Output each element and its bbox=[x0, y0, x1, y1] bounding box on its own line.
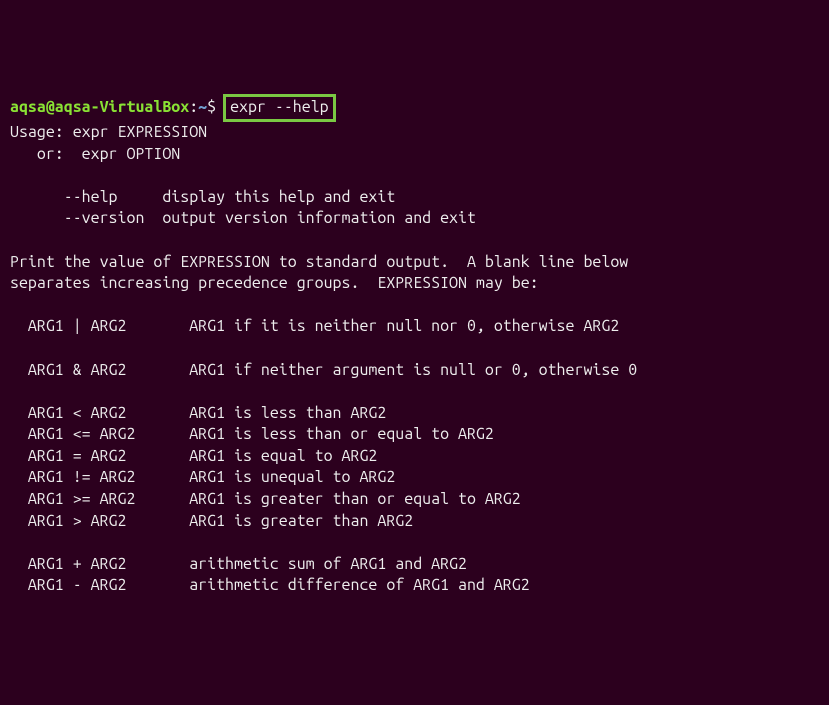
prompt-user-host: aqsa@aqsa-VirtualBox bbox=[10, 98, 189, 116]
command-text: expr --help bbox=[230, 98, 329, 116]
out-line-01: Usage: expr EXPRESSION bbox=[10, 123, 207, 141]
out-line-14: ARG1 < ARG2 ARG1 is less than ARG2 bbox=[10, 404, 386, 422]
out-line-10: ARG1 | ARG2 ARG1 if it is neither null n… bbox=[10, 317, 619, 335]
out-line-12: ARG1 & ARG2 ARG1 if neither argument is … bbox=[10, 361, 637, 379]
prompt-path: ~ bbox=[198, 98, 207, 116]
out-line-15: ARG1 <= ARG2 ARG1 is less than or equal … bbox=[10, 425, 494, 443]
out-line-16: ARG1 = ARG2 ARG1 is equal to ARG2 bbox=[10, 447, 377, 465]
prompt-separator: : bbox=[189, 98, 198, 116]
prompt-symbol: $ bbox=[207, 98, 216, 116]
out-line-21: ARG1 + ARG2 arithmetic sum of ARG1 and A… bbox=[10, 555, 467, 573]
out-line-02: or: expr OPTION bbox=[10, 145, 180, 163]
terminal[interactable]: aqsa@aqsa-VirtualBox:~$ expr --help Usag… bbox=[10, 94, 819, 597]
out-line-07: Print the value of EXPRESSION to standar… bbox=[10, 253, 628, 271]
out-line-22: ARG1 - ARG2 arithmetic difference of ARG… bbox=[10, 576, 530, 594]
command-highlight: expr --help bbox=[223, 94, 336, 122]
out-line-04: --help display this help and exit bbox=[10, 188, 395, 206]
out-line-05: --version output version information and… bbox=[10, 209, 476, 227]
prompt: aqsa@aqsa-VirtualBox:~$ bbox=[10, 98, 216, 116]
out-line-18: ARG1 >= ARG2 ARG1 is greater than or equ… bbox=[10, 490, 521, 508]
out-line-08: separates increasing precedence groups. … bbox=[10, 274, 539, 292]
out-line-17: ARG1 != ARG2 ARG1 is unequal to ARG2 bbox=[10, 468, 395, 486]
out-line-19: ARG1 > ARG2 ARG1 is greater than ARG2 bbox=[10, 512, 413, 530]
